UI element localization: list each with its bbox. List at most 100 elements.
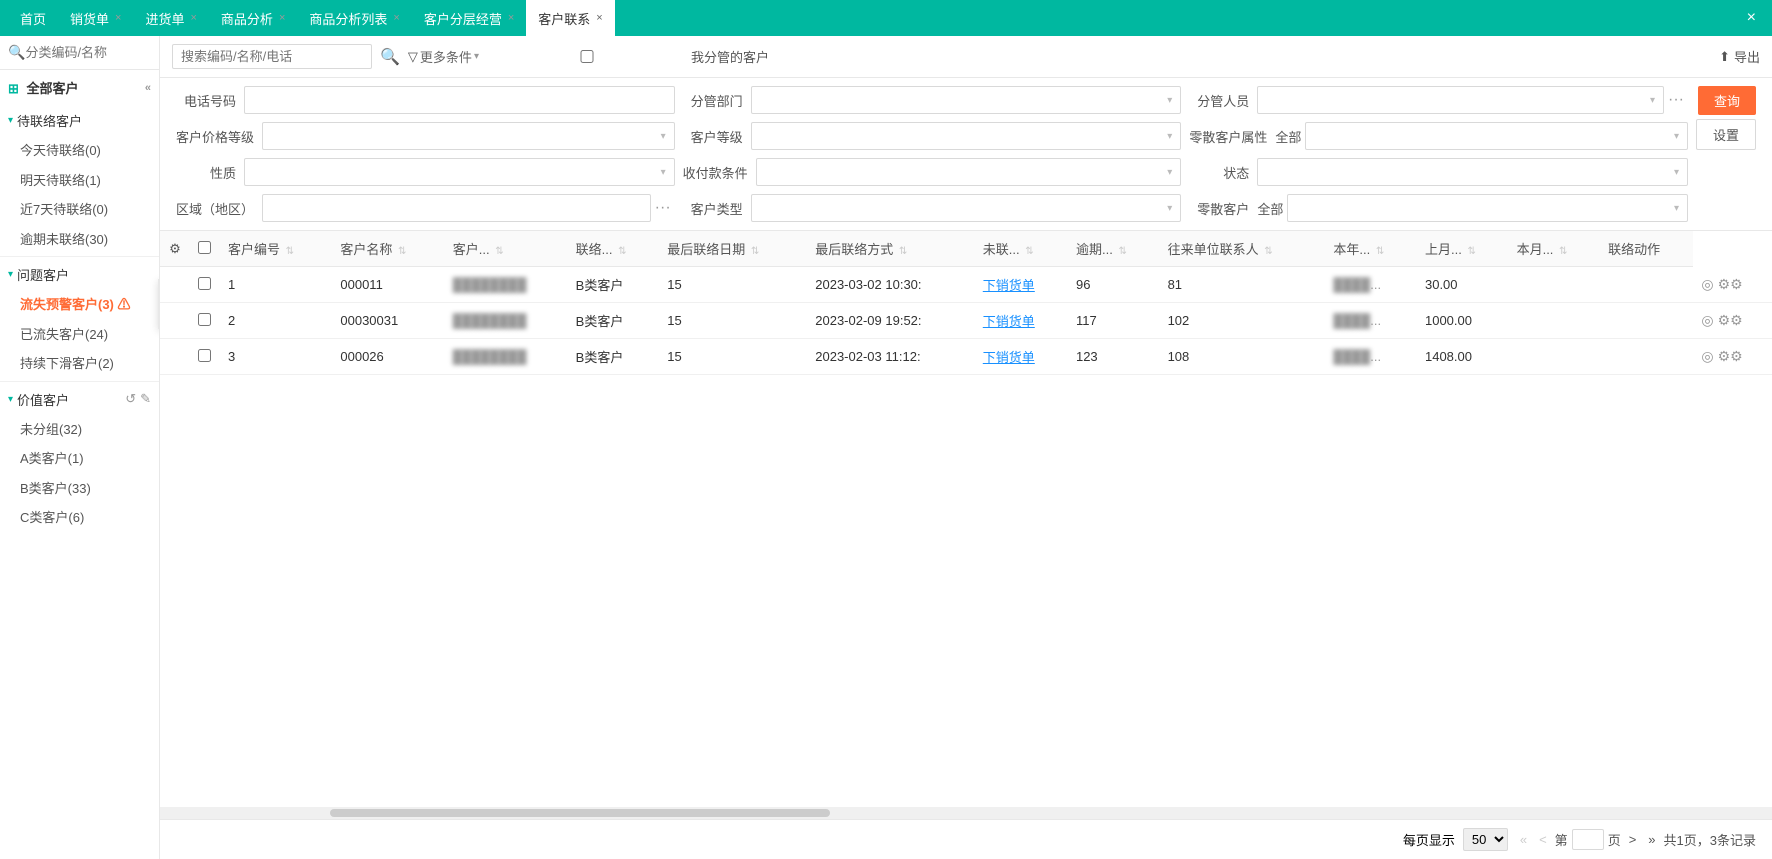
per-page-select[interactable]: 50	[1463, 828, 1508, 851]
cell-last-method-2[interactable]: 下销货单	[975, 339, 1068, 375]
sidebar-group-pending-header[interactable]: ▾ 待联络客户	[0, 105, 159, 136]
dept-select[interactable]: ▾	[751, 86, 1182, 114]
content-area: 🔍 ▽ 更多条件 ▾ 我分管的客户 ⬆ 导出	[160, 36, 1772, 859]
sidebar-search-bar[interactable]: 🔍	[0, 36, 159, 70]
sidebar-item-churn-risk[interactable]: 流失预警客户(3) ⚠	[0, 290, 159, 320]
sidebar-item-ungrouped[interactable]: 未分组(32)	[0, 415, 159, 445]
col-this-year[interactable]: 本年... ⇅	[1325, 231, 1417, 267]
group-arrow-icon: ▾	[8, 115, 13, 126]
sidebar-item-today[interactable]: 今天待联络(0)	[0, 136, 159, 166]
action-more-2[interactable]: ⚙⚙	[1718, 348, 1743, 365]
edit-value-icon[interactable]: ✎	[140, 391, 151, 407]
tab-purchaseorder[interactable]: 进货单 ×	[133, 0, 208, 36]
col-contact[interactable]: 联络... ⇅	[568, 231, 660, 267]
collapse-sidebar-icon[interactable]: «	[145, 82, 151, 94]
col-this-month[interactable]: 本月... ⇅	[1509, 231, 1601, 267]
horizontal-scrollbar[interactable]	[160, 807, 1772, 819]
scatter-attr-select[interactable]: ▾	[1305, 122, 1688, 150]
search-input[interactable]	[172, 44, 372, 69]
col-overdue[interactable]: 逾期... ⇅	[1068, 231, 1160, 267]
region-more-button[interactable]: ···	[651, 199, 675, 217]
col-type[interactable]: 客户... ⇅	[445, 231, 568, 267]
close-tab-salesorder[interactable]: ×	[115, 12, 121, 24]
manager-select[interactable]: ▾	[1257, 86, 1664, 114]
sidebar-item-7days[interactable]: 近7天待联络(0)	[0, 195, 159, 225]
action-link-2[interactable]: ◎	[1701, 348, 1713, 365]
cell-code-1: 00030031	[332, 303, 444, 339]
page-last-button[interactable]: »	[1644, 832, 1659, 847]
status-select[interactable]: ▾	[1257, 158, 1688, 186]
select-all-checkbox[interactable]	[198, 241, 211, 254]
sidebar-item-churned[interactable]: 已流失客户(24)	[0, 320, 159, 350]
close-tab-customer-tier[interactable]: ×	[508, 12, 514, 24]
customer-type-select[interactable]: ▾	[751, 194, 1182, 222]
close-tab-analysis-list[interactable]: ×	[393, 12, 399, 24]
action-more-0[interactable]: ⚙⚙	[1718, 276, 1743, 293]
search-button[interactable]: 🔍	[380, 47, 400, 67]
my-customers-checkbox-label[interactable]: 我分管的客户	[487, 47, 769, 66]
close-tab-analysis[interactable]: ×	[279, 12, 285, 24]
col-not-contact[interactable]: 未联... ⇅	[975, 231, 1068, 267]
customer-level-select[interactable]: ▾	[751, 122, 1182, 150]
row-checkbox-2[interactable]	[198, 349, 211, 362]
sidebar-group-problem-header[interactable]: ▾ 问题客户	[0, 259, 159, 290]
row-checkbox-0[interactable]	[198, 277, 211, 290]
tab-customer-contact[interactable]: 客户联系 ×	[526, 0, 614, 36]
action-link-1[interactable]: ◎	[1701, 312, 1713, 329]
col-contact-person[interactable]: 往来单位联系人 ⇅	[1160, 231, 1326, 267]
tab-analysis[interactable]: 商品分析 ×	[209, 0, 297, 36]
filter-region: 区域（地区） ···	[176, 194, 675, 222]
page-next-button[interactable]: >	[1625, 832, 1641, 847]
settings-button[interactable]: 设置	[1696, 119, 1756, 150]
col-last-month[interactable]: 上月... ⇅	[1417, 231, 1509, 267]
action-link-0[interactable]: ◎	[1701, 276, 1713, 293]
scatter-customer-select[interactable]: ▾	[1287, 194, 1688, 222]
cell-last-method-0[interactable]: 下销货单	[975, 267, 1068, 303]
filter-more-button[interactable]: ▽ 更多条件 ▾	[408, 47, 479, 66]
page-first-button[interactable]: «	[1516, 832, 1531, 847]
region-select[interactable]	[262, 194, 651, 222]
sidebar-item-overdue[interactable]: 逾期未联络(30)	[0, 225, 159, 255]
col-actions: 联络动作	[1600, 231, 1693, 267]
page-prev-button[interactable]: <	[1535, 832, 1551, 847]
action-more-1[interactable]: ⚙⚙	[1718, 312, 1743, 329]
col-settings[interactable]: ⚙	[160, 231, 190, 267]
nature-select[interactable]: ▾	[244, 158, 675, 186]
row-checkbox-1[interactable]	[198, 313, 211, 326]
sidebar-item-tomorrow[interactable]: 明天待联络(1)	[0, 166, 159, 196]
sidebar-group-value-header[interactable]: ▾ 价值客户 ↺ ✎	[0, 384, 159, 415]
payment-select[interactable]: ▾	[756, 158, 1182, 186]
sidebar-item-c-class[interactable]: C类客户(6)	[0, 503, 159, 533]
scroll-thumb[interactable]	[330, 809, 830, 817]
sidebar-item-declining[interactable]: 持续下滑客户(2)	[0, 349, 159, 379]
cell-contact-2: 15	[659, 339, 807, 375]
refresh-value-icon[interactable]: ↺	[125, 391, 136, 407]
col-code[interactable]: 客户编号 ⇅	[220, 231, 332, 267]
col-last-method[interactable]: 最后联络方式 ⇅	[807, 231, 975, 267]
my-customers-checkbox[interactable]	[487, 50, 687, 63]
page-input[interactable]: 1	[1572, 829, 1604, 850]
col-name[interactable]: 客户名称 ⇅	[332, 231, 444, 267]
export-button[interactable]: ⬆ 导出	[1719, 47, 1760, 66]
sidebar-search-input[interactable]	[25, 45, 160, 60]
sidebar-item-b-class[interactable]: B类客户(33)	[0, 474, 159, 504]
tab-analysis-list[interactable]: 商品分析列表 ×	[297, 0, 411, 36]
cell-last-method-1[interactable]: 下销货单	[975, 303, 1068, 339]
table-row: 2 00030031 ████████ B类客户 15 2023-02-09 1…	[160, 303, 1772, 339]
col-select-all[interactable]	[190, 231, 220, 267]
tab-home[interactable]: 首页	[8, 9, 58, 28]
manager-more-button[interactable]: ···	[1664, 91, 1688, 109]
sidebar-item-a-class[interactable]: A类客户(1)	[0, 444, 159, 474]
tab-customer-tier[interactable]: 客户分层经营 ×	[412, 0, 526, 36]
query-button[interactable]: 查询	[1698, 86, 1756, 115]
col-last-date[interactable]: 最后联络日期 ⇅	[659, 231, 807, 267]
close-tab-purchaseorder[interactable]: ×	[190, 12, 196, 24]
close-tab-customer-contact[interactable]: ×	[596, 12, 602, 24]
phone-input[interactable]	[244, 86, 675, 114]
cell-not-contact-1: 117	[1068, 303, 1160, 339]
sidebar-all-customers[interactable]: ⊞ 全部客户 «	[0, 70, 159, 105]
tab-salesorder[interactable]: 销货单 ×	[58, 0, 133, 36]
price-level-select[interactable]: ▾	[262, 122, 675, 150]
sort-contact-person-icon: ⇅	[1264, 246, 1272, 257]
close-window-button[interactable]: ×	[1739, 9, 1764, 27]
